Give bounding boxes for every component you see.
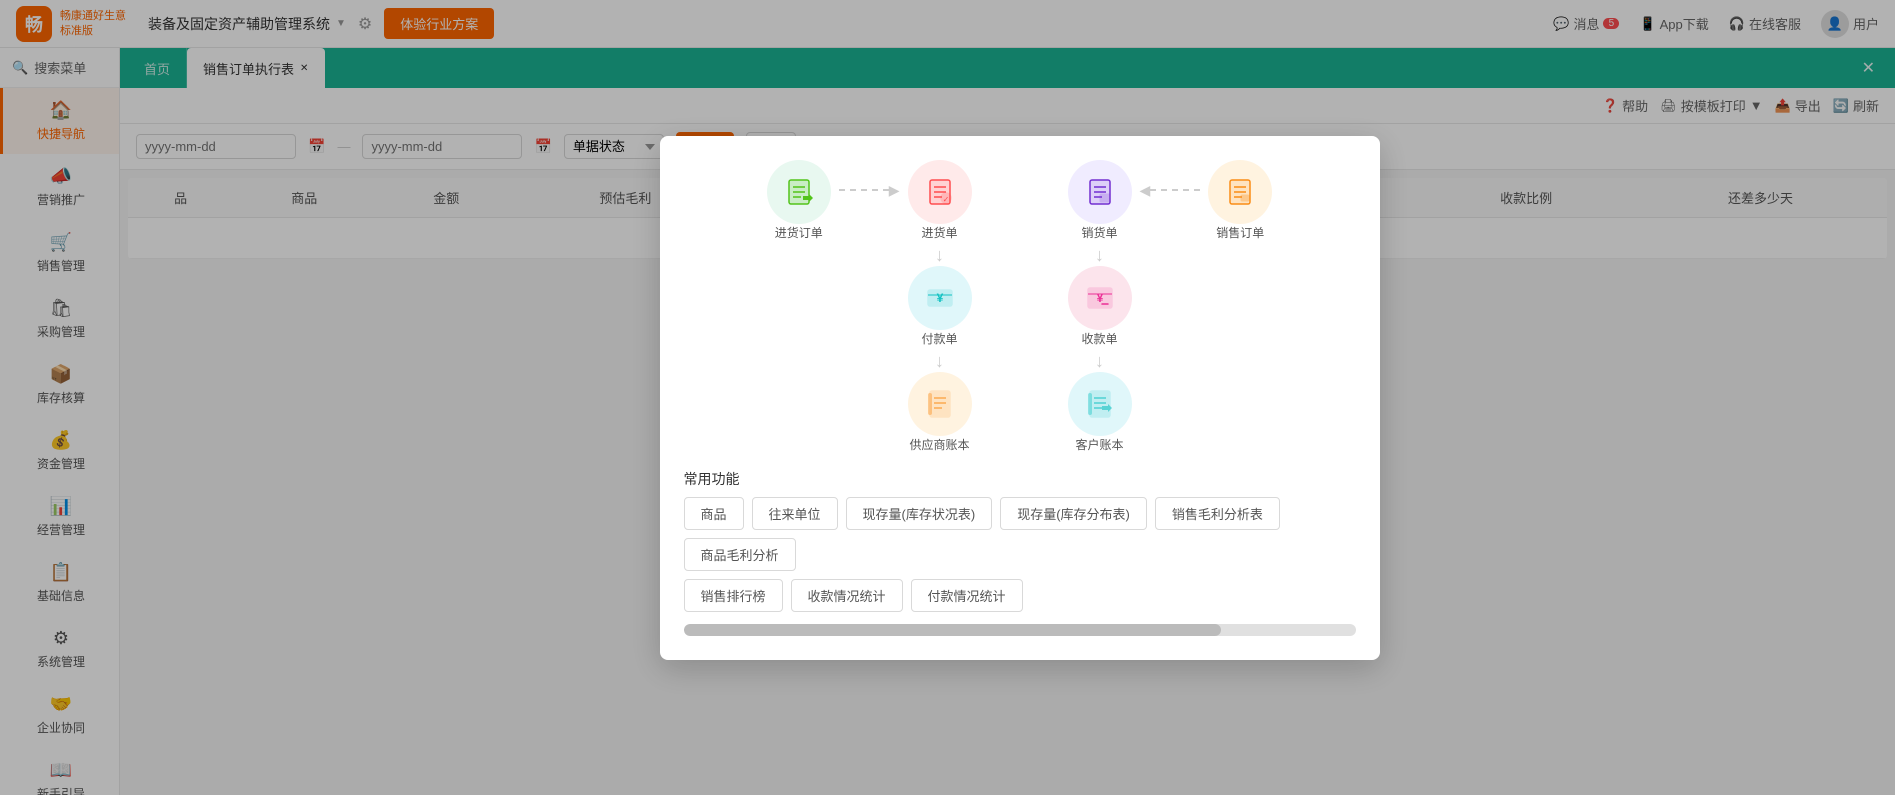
purchase-order-icon bbox=[767, 160, 831, 224]
flow-node-sales-bill[interactable]: 销货单 bbox=[1068, 160, 1132, 241]
arrow-down-payment: ↓ bbox=[908, 351, 972, 372]
flow-node-sales-order[interactable]: 销售订单 bbox=[1208, 160, 1272, 241]
scrollbar-thumb bbox=[684, 624, 1222, 636]
func-btn-stock-dist[interactable]: 现存量(库存分布表) bbox=[1000, 497, 1147, 530]
func-btn-stock-status[interactable]: 现存量(库存状况表) bbox=[846, 497, 993, 530]
receipt-bill-icon: ¥ bbox=[1068, 266, 1132, 330]
flow-popup: 进货订单 ▶ ✓ bbox=[660, 136, 1380, 660]
horizontal-scrollbar[interactable] bbox=[684, 624, 1356, 636]
supplier-ledger-icon bbox=[908, 372, 972, 436]
flow-row-3: ¥ 付款单 ¥ 收款单 bbox=[684, 266, 1356, 347]
svg-text:✓: ✓ bbox=[942, 195, 949, 204]
arrow-2: ◀ bbox=[1140, 182, 1201, 199]
func-btn-contacts[interactable]: 往来单位 bbox=[752, 497, 838, 530]
func-btn-sales-profit-analysis[interactable]: 销售毛利分析表 bbox=[1155, 497, 1280, 530]
flow-diagram: 进货订单 ▶ ✓ bbox=[684, 160, 1356, 453]
customer-ledger-icon bbox=[1068, 372, 1132, 436]
arrow-1: ▶ bbox=[839, 182, 900, 199]
sales-order-icon bbox=[1208, 160, 1272, 224]
flow-row-5: 供应商账本 客户账本 bbox=[684, 372, 1356, 453]
flow-node-purchase-order[interactable]: 进货订单 bbox=[767, 160, 831, 241]
svg-text:¥: ¥ bbox=[1096, 291, 1103, 305]
flow-node-payment-bill[interactable]: ¥ 付款单 bbox=[908, 266, 972, 347]
flow-row-arrows: ↓ ↓ bbox=[684, 245, 1356, 266]
func-btn-receipt-stats[interactable]: 收款情况统计 bbox=[791, 579, 903, 612]
common-func-section: 常用功能 商品 往来单位 现存量(库存状况表) 现存量(库存分布表) 销售毛利分… bbox=[684, 469, 1356, 612]
payment-bill-icon: ¥ bbox=[908, 266, 972, 330]
func-btn-product[interactable]: 商品 bbox=[684, 497, 744, 530]
func-buttons-row-2: 销售排行榜 收款情况统计 付款情况统计 bbox=[684, 579, 1356, 612]
func-buttons-row-1: 商品 往来单位 现存量(库存状况表) 现存量(库存分布表) 销售毛利分析表 商品… bbox=[684, 497, 1356, 571]
arrow-down-receipt: ↓ bbox=[1068, 351, 1132, 372]
arrow-down-sales-bill: ↓ bbox=[1068, 245, 1132, 266]
flow-node-purchase-bill[interactable]: ✓ 进货单 bbox=[908, 160, 972, 241]
common-func-title: 常用功能 bbox=[684, 469, 1356, 489]
func-btn-sales-rank[interactable]: 销售排行榜 bbox=[684, 579, 783, 612]
flow-node-customer-ledger[interactable]: 客户账本 bbox=[1068, 372, 1132, 453]
flow-row-arrows-2: ↓ ↓ bbox=[684, 351, 1356, 372]
flow-node-supplier-ledger[interactable]: 供应商账本 bbox=[908, 372, 972, 453]
sales-bill-icon bbox=[1068, 160, 1132, 224]
func-btn-product-profit-analysis[interactable]: 商品毛利分析 bbox=[684, 538, 796, 571]
arrow-down-purchase-bill: ↓ bbox=[908, 245, 972, 266]
flow-node-receipt-bill[interactable]: ¥ 收款单 bbox=[1068, 266, 1132, 347]
svg-text:¥: ¥ bbox=[936, 291, 943, 305]
func-btn-payment-stats[interactable]: 付款情况统计 bbox=[911, 579, 1023, 612]
flow-row-1: 进货订单 ▶ ✓ bbox=[684, 160, 1356, 241]
purchase-bill-icon: ✓ bbox=[908, 160, 972, 224]
